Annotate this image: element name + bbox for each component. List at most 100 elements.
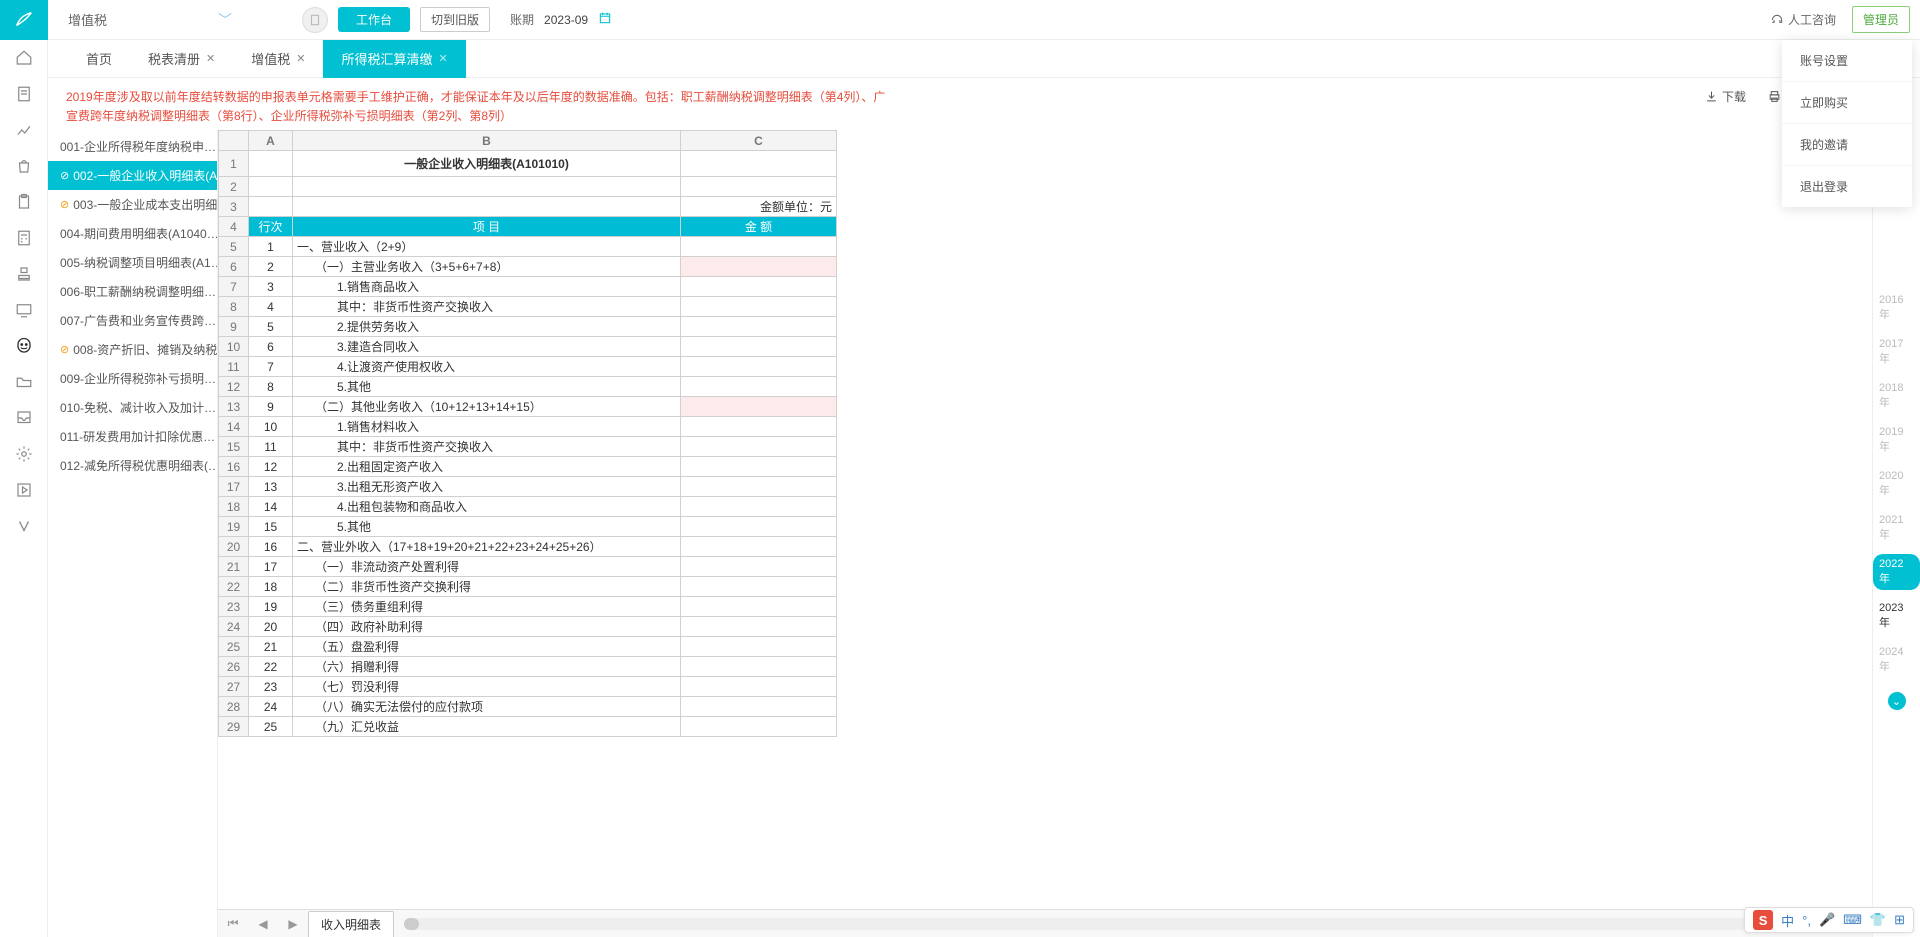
amount-cell[interactable] — [681, 637, 837, 657]
amount-cell[interactable] — [681, 257, 837, 277]
row-item[interactable]: 2.提供劳务收入 — [293, 317, 681, 337]
ime-punct-icon[interactable]: °, — [1802, 913, 1811, 928]
row-item[interactable]: （一）非流动资产处置利得 — [293, 557, 681, 577]
amount-cell[interactable] — [681, 457, 837, 477]
row-item[interactable]: 其中：非货币性资产交换收入 — [293, 297, 681, 317]
amount-cell[interactable] — [681, 277, 837, 297]
horizontal-scrollbar[interactable] — [404, 918, 1862, 930]
sheet-nav-first-icon[interactable]: ⏮ — [218, 916, 248, 931]
row-item[interactable]: 4.出租包装物和商品收入 — [293, 497, 681, 517]
form-list-item[interactable]: 011-研发费用加计扣除优惠… — [48, 422, 217, 451]
amount-cell[interactable] — [681, 477, 837, 497]
amount-cell[interactable] — [681, 397, 837, 417]
close-icon[interactable]: ✕ — [296, 52, 305, 65]
row-item[interactable]: （五）盘盈利得 — [293, 637, 681, 657]
nav-home-icon[interactable] — [0, 40, 48, 76]
row-item[interactable]: 1.销售材料收入 — [293, 417, 681, 437]
year-item[interactable]: 2020年 — [1873, 466, 1920, 502]
row-item[interactable]: 1.销售商品收入 — [293, 277, 681, 297]
nav-inbox-icon[interactable] — [0, 400, 48, 436]
row-item[interactable]: （九）汇兑收益 — [293, 717, 681, 737]
dropdown-item[interactable]: 账号设置 — [1782, 40, 1912, 82]
chevron-down-icon[interactable]: ﹀ — [218, 10, 292, 30]
form-list-item[interactable]: ⊘008-资产折旧、摊销及纳税… — [48, 335, 217, 364]
year-item[interactable]: 2023年 — [1873, 598, 1920, 634]
ime-keyboard-icon[interactable]: ⌨ — [1843, 912, 1862, 928]
year-item[interactable]: 2016年 — [1873, 290, 1920, 326]
nav-gear-icon[interactable] — [0, 436, 48, 472]
amount-cell[interactable] — [681, 717, 837, 737]
row-item[interactable]: （七）罚没利得 — [293, 677, 681, 697]
nav-chart-icon[interactable] — [0, 112, 48, 148]
form-list-item[interactable]: 001-企业所得税年度纳税申… — [48, 132, 217, 161]
nav-stamp-icon[interactable] — [0, 256, 48, 292]
nav-smile-icon[interactable] — [0, 328, 48, 364]
sheet-nav-next-icon[interactable]: ▶ — [278, 917, 308, 931]
year-expand-icon[interactable]: ⌄ — [1888, 692, 1906, 710]
year-item[interactable]: 2022年 — [1873, 554, 1920, 590]
amount-cell[interactable] — [681, 517, 837, 537]
nav-v-icon[interactable] — [0, 508, 48, 544]
amount-cell[interactable] — [681, 597, 837, 617]
download-button[interactable]: 下载 — [1705, 88, 1746, 105]
row-item[interactable]: 2.出租固定资产收入 — [293, 457, 681, 477]
amount-cell[interactable] — [681, 657, 837, 677]
amount-cell[interactable] — [681, 317, 837, 337]
sheet-nav-prev-icon[interactable]: ◀ — [248, 917, 278, 931]
breadcrumb[interactable]: 增值税 — [58, 10, 208, 29]
form-list-item[interactable]: 012-减免所得税优惠明细表(… — [48, 451, 217, 480]
year-item[interactable]: 2018年 — [1873, 378, 1920, 414]
close-icon[interactable]: ✕ — [206, 52, 215, 65]
row-item[interactable]: （一）主营业务收入（3+5+6+7+8） — [293, 257, 681, 277]
nav-clip-icon[interactable] — [0, 184, 48, 220]
amount-cell[interactable] — [681, 437, 837, 457]
page-tab[interactable]: 首页 — [68, 40, 130, 78]
ime-toolbar[interactable]: S 中 °, 🎤 ⌨ 👕 ⊞ — [1744, 907, 1914, 933]
page-tab[interactable]: 增值税✕ — [233, 40, 323, 78]
row-item[interactable]: （四）政府补助利得 — [293, 617, 681, 637]
round-toggle-icon[interactable] — [302, 7, 328, 33]
row-item[interactable]: （八）确实无法偿付的应付款项 — [293, 697, 681, 717]
row-item[interactable]: 5.其他 — [293, 517, 681, 537]
amount-cell[interactable] — [681, 617, 837, 637]
year-item[interactable]: 2019年 — [1873, 422, 1920, 458]
row-item[interactable]: （六）捐赠利得 — [293, 657, 681, 677]
page-tab[interactable]: 所得税汇算清缴✕ — [323, 40, 465, 78]
row-item[interactable]: 其中：非货币性资产交换收入 — [293, 437, 681, 457]
amount-cell[interactable] — [681, 537, 837, 557]
nav-doc-icon[interactable] — [0, 76, 48, 112]
row-item[interactable]: 3.出租无形资产收入 — [293, 477, 681, 497]
row-item[interactable]: 二、营业外收入（17+18+19+20+21+22+23+24+25+26） — [293, 537, 681, 557]
workspace-button[interactable]: 工作台 — [338, 7, 410, 32]
amount-cell[interactable] — [681, 297, 837, 317]
amount-cell[interactable] — [681, 557, 837, 577]
ime-mode[interactable]: 中 — [1781, 911, 1794, 930]
year-item[interactable]: 2024年 — [1873, 642, 1920, 678]
dropdown-item[interactable]: 退出登录 — [1782, 166, 1912, 207]
amount-cell[interactable] — [681, 377, 837, 397]
row-item[interactable]: 5.其他 — [293, 377, 681, 397]
row-item[interactable]: （三）债务重组利得 — [293, 597, 681, 617]
amount-cell[interactable] — [681, 577, 837, 597]
ime-mic-icon[interactable]: 🎤 — [1819, 912, 1835, 928]
nav-calc-icon[interactable] — [0, 220, 48, 256]
ime-skin-icon[interactable]: 👕 — [1870, 912, 1886, 928]
row-item[interactable]: （二）非货币性资产交换利得 — [293, 577, 681, 597]
amount-cell[interactable] — [681, 237, 837, 257]
row-item[interactable]: 4.让渡资产使用权收入 — [293, 357, 681, 377]
nav-folder-icon[interactable] — [0, 364, 48, 400]
row-item[interactable]: 3.建造合同收入 — [293, 337, 681, 357]
period-value[interactable]: 2023-09 — [544, 13, 588, 27]
form-list-item[interactable]: ⊘002-一般企业收入明细表(A1… — [48, 161, 217, 190]
amount-cell[interactable] — [681, 357, 837, 377]
year-item[interactable]: 2017年 — [1873, 334, 1920, 370]
nav-monitor-icon[interactable] — [0, 292, 48, 328]
form-list-item[interactable]: 004-期间费用明细表(A1040… — [48, 219, 217, 248]
amount-cell[interactable] — [681, 497, 837, 517]
amount-cell[interactable] — [681, 677, 837, 697]
row-item[interactable]: （二）其他业务收入（10+12+13+14+15） — [293, 397, 681, 417]
ime-grid-icon[interactable]: ⊞ — [1894, 912, 1905, 928]
year-item[interactable]: 2021年 — [1873, 510, 1920, 546]
customer-service[interactable]: 人工咨询 — [1770, 11, 1836, 28]
row-item[interactable]: 一、营业收入（2+9） — [293, 237, 681, 257]
